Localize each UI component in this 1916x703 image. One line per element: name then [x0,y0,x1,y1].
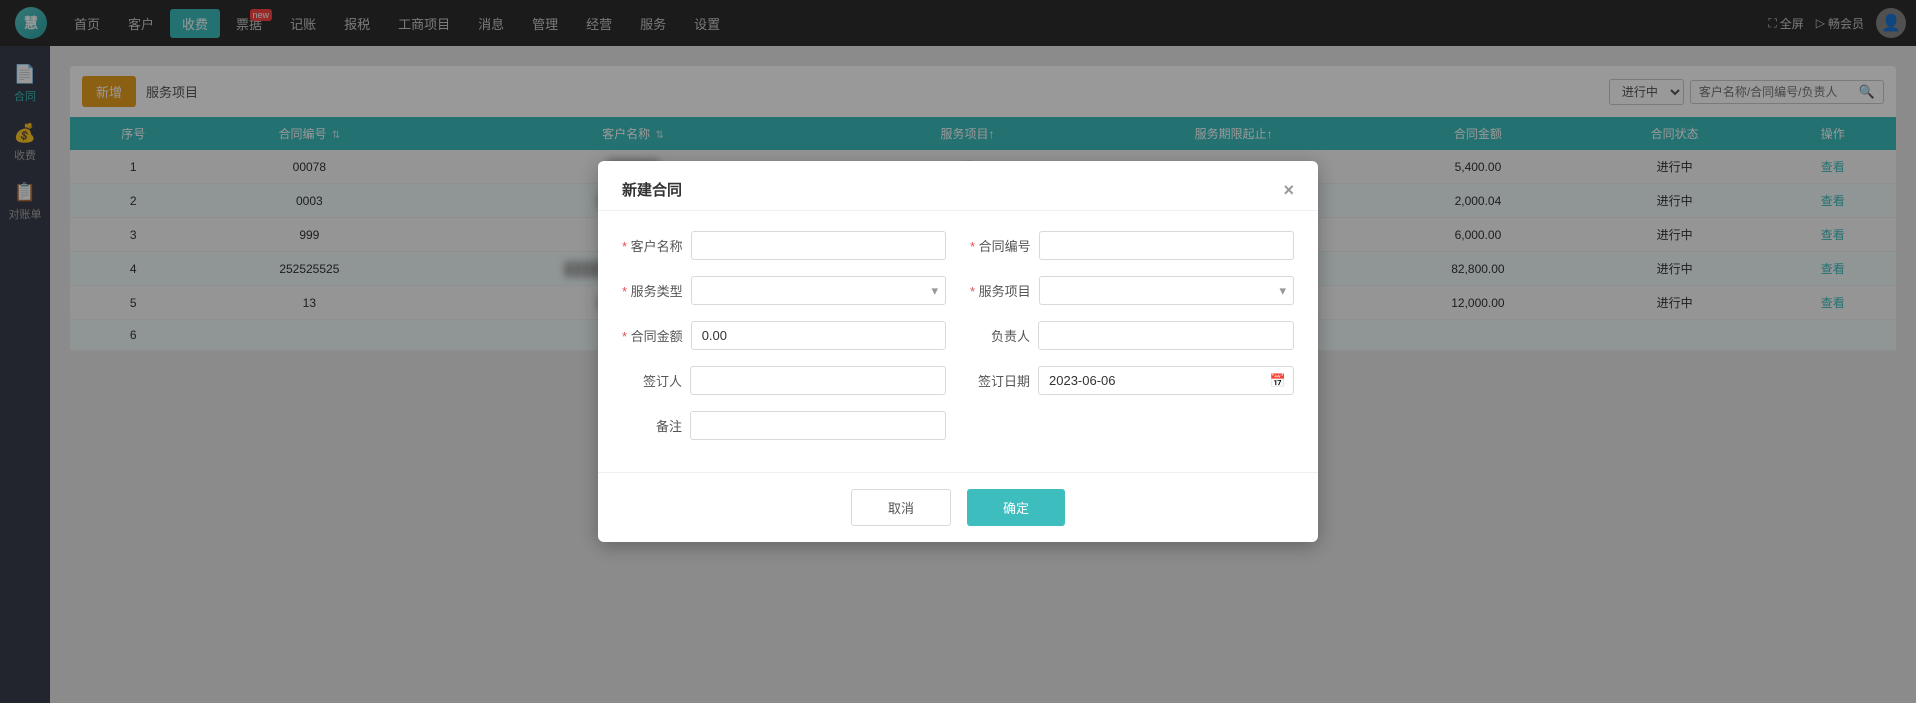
responsible-group: 负责人 [970,321,1294,350]
service-type-select[interactable] [691,276,946,305]
sign-date-label: 签订日期 [970,371,1030,390]
contract-no-group: 合同编号 [970,231,1294,260]
customer-name-input[interactable] [691,231,946,260]
close-button[interactable]: × [1283,181,1294,199]
sign-date-wrapper: 📅 [1038,366,1294,395]
contract-no-label: 合同编号 [970,236,1031,255]
service-item-label: 服务项目 [970,281,1031,300]
calendar-icon[interactable]: 📅 [1270,373,1286,389]
dialog-footer: 取消 确定 [598,472,1318,542]
contract-amount-input[interactable] [691,321,946,350]
signer-label: 签订人 [622,371,682,390]
contract-no-input[interactable] [1039,231,1294,260]
service-type-select-wrapper[interactable] [691,276,946,305]
form-row-4: 签订人 签订日期 📅 [622,366,1294,395]
cancel-button[interactable]: 取消 [851,489,951,526]
service-item-select[interactable] [1039,276,1294,305]
new-contract-dialog: 新建合同 × 客户名称 合同编号 服务类型 [598,161,1318,542]
customer-name-group: 客户名称 [622,231,946,260]
responsible-label: 负责人 [970,326,1030,345]
service-item-select-wrapper[interactable] [1039,276,1294,305]
service-type-label: 服务类型 [622,281,683,300]
service-type-group: 服务类型 [622,276,946,305]
service-item-group: 服务项目 [970,276,1294,305]
modal-overlay: 新建合同 × 客户名称 合同编号 服务类型 [0,0,1916,703]
form-row-3: 合同金额 负责人 [622,321,1294,350]
sign-date-input[interactable] [1038,366,1294,395]
dialog-body: 客户名称 合同编号 服务类型 服务项目 [598,211,1318,472]
contract-amount-group: 合同金额 [622,321,946,350]
signer-group: 签订人 [622,366,946,395]
confirm-button[interactable]: 确定 [967,489,1065,526]
sign-date-group: 签订日期 📅 [970,366,1294,395]
note-group: 备注 [622,411,946,440]
form-row-1: 客户名称 合同编号 [622,231,1294,260]
responsible-input[interactable] [1038,321,1294,350]
dialog-header: 新建合同 × [598,161,1318,211]
form-row-5: 备注 [622,411,1294,440]
note-input[interactable] [690,411,946,440]
form-row-2: 服务类型 服务项目 [622,276,1294,305]
contract-amount-label: 合同金额 [622,326,683,345]
customer-name-label: 客户名称 [622,236,683,255]
note-label: 备注 [622,416,682,435]
signer-input[interactable] [690,366,946,395]
dialog-title: 新建合同 [622,179,682,200]
